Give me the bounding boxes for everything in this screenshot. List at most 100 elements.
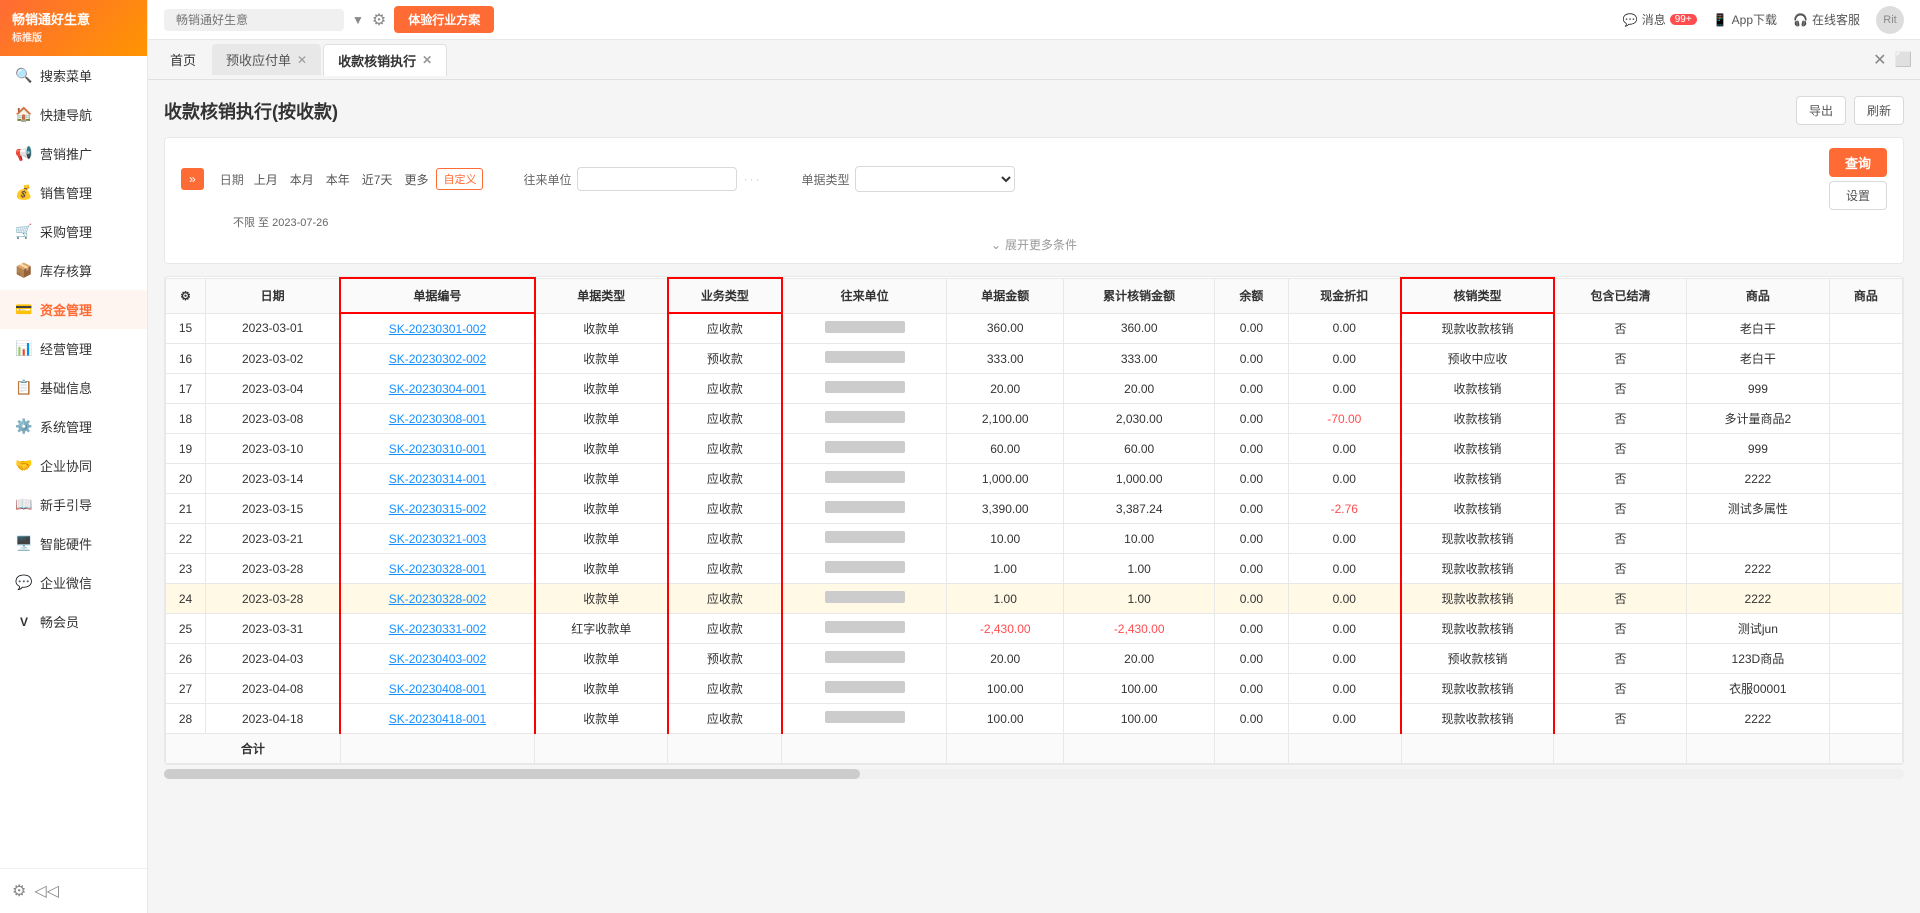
purchase-icon: 🛒	[16, 224, 32, 240]
date-btn-7days[interactable]: 近7天	[358, 168, 397, 190]
setting-btn[interactable]: 设置	[1829, 181, 1887, 210]
cell-doc-no[interactable]: SK-20230310-001	[340, 434, 534, 464]
cell-doc-no[interactable]: SK-20230302-002	[340, 344, 534, 374]
settings-gear-icon[interactable]: ⚙	[12, 881, 26, 901]
cell-cash-discount: 0.00	[1288, 524, 1401, 554]
industry-btn[interactable]: 体验行业方案	[394, 6, 494, 33]
sidebar-label-inventory: 库存核算	[40, 261, 92, 280]
cell-doc-no[interactable]: SK-20230315-002	[340, 494, 534, 524]
table-row: 152023-03-01SK-20230301-002收款单应收款360.003…	[166, 313, 1903, 344]
collapse-icon[interactable]: ◁◁	[34, 881, 59, 901]
table-container: ⚙ 日期 单据编号 单据类型 业务类型 往来单位 单据金额 累计核销金额 余额 …	[164, 276, 1904, 765]
table-row: 212023-03-15SK-20230315-002收款单应收款3,390.0…	[166, 494, 1903, 524]
cell-doc-no[interactable]: SK-20230301-002	[340, 313, 534, 344]
cell-doc-no[interactable]: SK-20230403-002	[340, 644, 534, 674]
date-btn-prev-month[interactable]: 上月	[250, 168, 282, 190]
cell-doc-no[interactable]: SK-20230328-001	[340, 554, 534, 584]
cell-cash-discount: 0.00	[1288, 344, 1401, 374]
notifications-btn[interactable]: 💬 消息 99+	[1623, 11, 1697, 28]
sidebar-item-marketing[interactable]: 📢 营销推广	[0, 134, 147, 173]
custom-date-btn[interactable]: 自定义	[436, 168, 483, 190]
sidebar-item-hardware[interactable]: 🖥️ 智能硬件	[0, 524, 147, 563]
sidebar-item-quicknav[interactable]: 🏠 快捷导航	[0, 95, 147, 134]
total-product2	[1829, 734, 1902, 764]
dropdown-chevron-icon[interactable]: ▼	[352, 13, 364, 27]
prepay-tab-close[interactable]: ✕	[297, 53, 307, 67]
sidebar-label-search: 搜索菜单	[40, 66, 92, 85]
counterparty-input[interactable]	[577, 167, 737, 191]
sidebar-item-purchase[interactable]: 🛒 采购管理	[0, 212, 147, 251]
cell-doc-type: 收款单	[535, 313, 668, 344]
filter-toggle-btn[interactable]: »	[181, 168, 204, 190]
writeoff-tab-close[interactable]: ✕	[422, 53, 432, 67]
cell-include-settled: 否	[1554, 404, 1687, 434]
sidebar-item-finance[interactable]: 💳 资金管理	[0, 290, 147, 329]
cell-doc-no[interactable]: SK-20230321-003	[340, 524, 534, 554]
cell-doc-type: 收款单	[535, 374, 668, 404]
search-icon: 🔍	[16, 68, 32, 84]
sidebar-item-guide[interactable]: 📖 新手引导	[0, 485, 147, 524]
cell-write-off-type: 收款核销	[1401, 404, 1554, 434]
horizontal-scrollbar-area[interactable]	[164, 769, 1904, 779]
cell-counterparty	[782, 434, 947, 464]
sidebar-item-vip[interactable]: V 畅会员	[0, 602, 147, 641]
total-product	[1687, 734, 1830, 764]
cell-biz-type: 应收款	[668, 434, 782, 464]
cell-cumulative: 360.00	[1064, 313, 1215, 344]
sidebar-item-corp[interactable]: 🤝 企业协同	[0, 446, 147, 485]
writeoff-tab-label: 收款核销执行	[338, 51, 416, 70]
online-service-btn[interactable]: 🎧 在线客服	[1793, 11, 1860, 28]
export-btn[interactable]: 导出	[1796, 96, 1846, 125]
settings-icon[interactable]: ⚙	[372, 10, 386, 30]
date-btn-this-year[interactable]: 本年	[322, 168, 354, 190]
corp-icon: 🤝	[16, 458, 32, 474]
tab-bar: 首页 预收应付单 ✕ 收款核销执行 ✕ ✕ ⬜	[148, 40, 1920, 80]
close-window-icon[interactable]: ✕	[1873, 50, 1886, 70]
sidebar-item-system[interactable]: ⚙️ 系统管理	[0, 407, 147, 446]
total-write-off-type	[1401, 734, 1554, 764]
date-btn-more[interactable]: 更多	[400, 168, 432, 190]
cell-doc-no[interactable]: SK-20230328-002	[340, 584, 534, 614]
doc-type-label: 单据类型	[801, 171, 849, 188]
cell-cumulative: 20.00	[1064, 644, 1215, 674]
cell-doc-no[interactable]: SK-20230408-001	[340, 674, 534, 704]
user-avatar[interactable]: Rit	[1876, 6, 1904, 34]
sidebar-item-business[interactable]: 📊 经营管理	[0, 329, 147, 368]
cell-doc-no[interactable]: SK-20230331-002	[340, 614, 534, 644]
app-sub: 标推版	[12, 29, 90, 44]
maximize-icon[interactable]: ⬜	[1895, 51, 1912, 68]
sidebar-item-search[interactable]: 🔍 搜索菜单	[0, 56, 147, 95]
sidebar-label-finance: 资金管理	[40, 300, 92, 319]
sidebar-item-sales[interactable]: 💰 销售管理	[0, 173, 147, 212]
cell-doc-no[interactable]: SK-20230314-001	[340, 464, 534, 494]
cell-seq: 20	[166, 464, 206, 494]
cell-seq: 21	[166, 494, 206, 524]
expand-more-btn[interactable]: ⌄ 展开更多条件	[181, 236, 1887, 253]
table-row: 162023-03-02SK-20230302-002收款单预收款333.003…	[166, 344, 1903, 374]
date-btn-this-month[interactable]: 本月	[286, 168, 318, 190]
breadcrumb-input[interactable]	[164, 9, 344, 31]
app-download-btn[interactable]: 📱 App下载	[1713, 11, 1777, 28]
query-btn[interactable]: 查询	[1829, 148, 1887, 177]
cell-doc-no[interactable]: SK-20230304-001	[340, 374, 534, 404]
cell-doc-no[interactable]: SK-20230418-001	[340, 704, 534, 734]
prepay-tab-label: 预收应付单	[226, 50, 291, 69]
sidebar-item-basic[interactable]: 📋 基础信息	[0, 368, 147, 407]
cell-include-settled: 否	[1554, 374, 1687, 404]
cell-date: 2023-04-03	[206, 644, 341, 674]
doc-type-select[interactable]	[855, 166, 1015, 192]
sidebar: 畅销通好生意 标推版 🔍 搜索菜单 🏠 快捷导航 📢 营销推广 💰 销售管理 🛒…	[0, 0, 148, 913]
cell-cumulative: 10.00	[1064, 524, 1215, 554]
cell-doc-no[interactable]: SK-20230308-001	[340, 404, 534, 434]
tab-prepay[interactable]: 预收应付单 ✕	[212, 44, 321, 75]
tab-writeoff[interactable]: 收款核销执行 ✕	[323, 44, 447, 76]
sidebar-item-wechat[interactable]: 💬 企业微信	[0, 563, 147, 602]
finance-icon: 💳	[16, 302, 32, 318]
expand-chevron-icon: ⌄	[991, 238, 1001, 252]
cell-counterparty	[782, 614, 947, 644]
scrollbar-thumb[interactable]	[164, 769, 860, 779]
tab-home[interactable]: 首页	[156, 44, 210, 75]
sidebar-label-system: 系统管理	[40, 417, 92, 436]
sidebar-item-inventory[interactable]: 📦 库存核算	[0, 251, 147, 290]
refresh-btn[interactable]: 刷新	[1854, 96, 1904, 125]
